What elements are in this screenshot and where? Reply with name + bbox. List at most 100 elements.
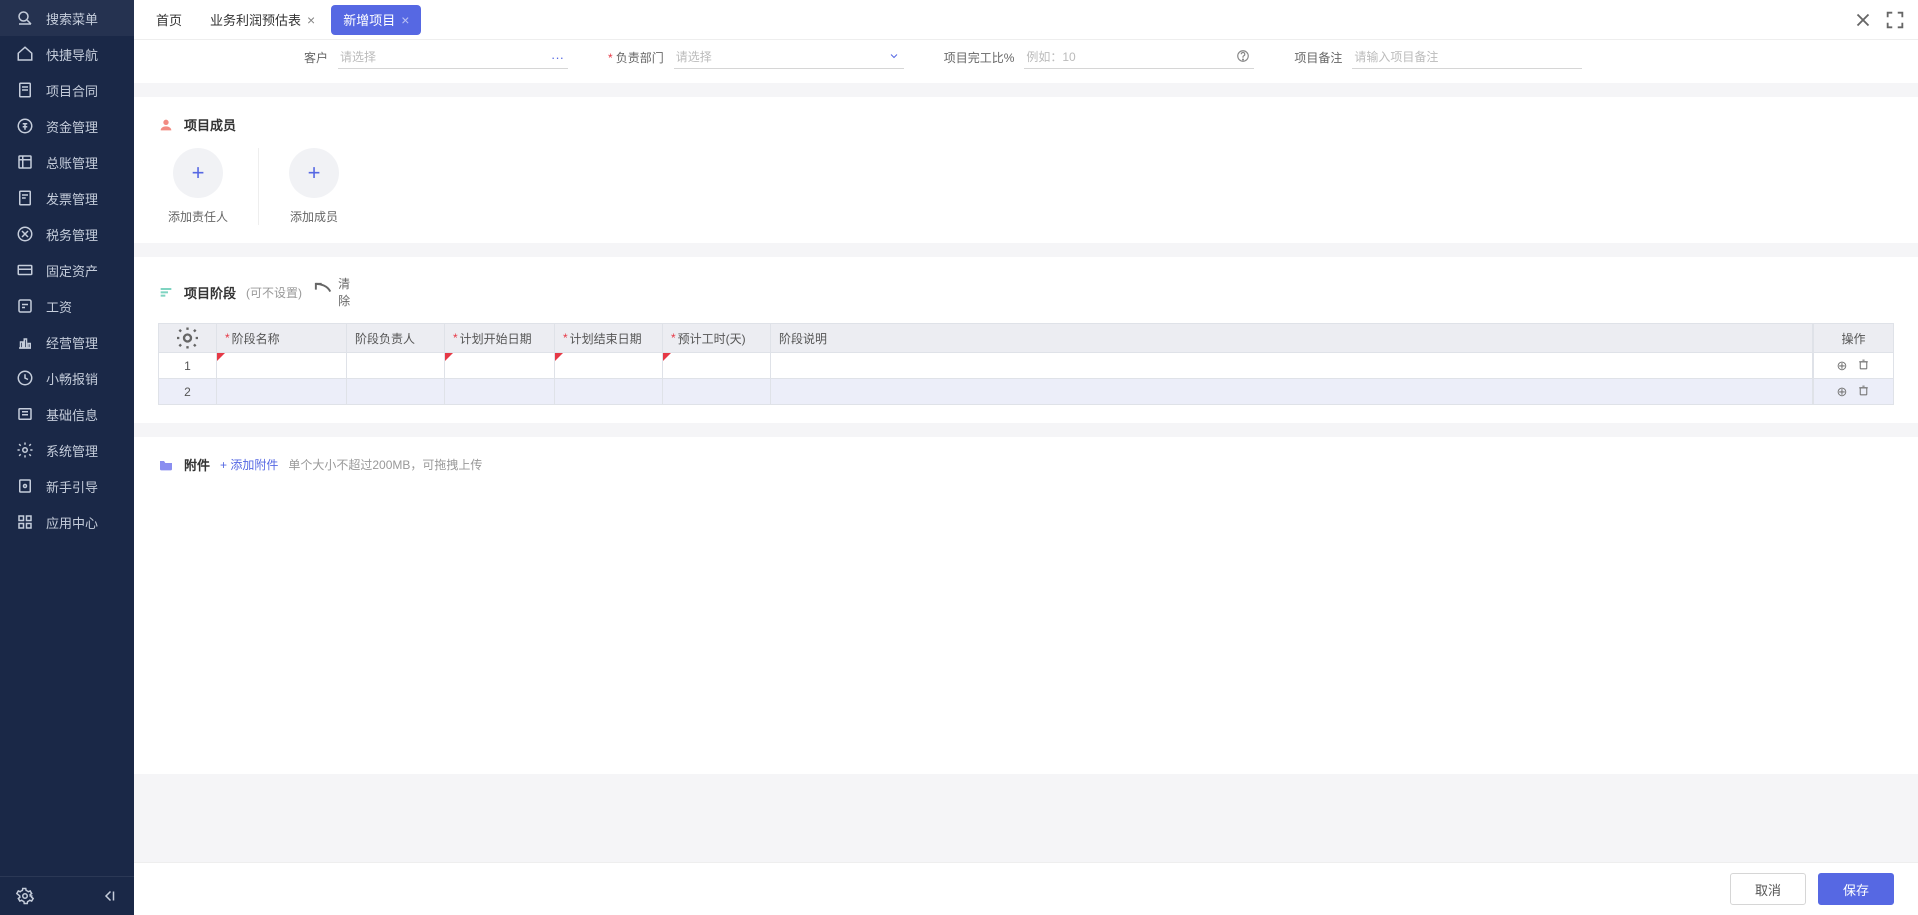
cancel-button[interactable]: 取消 — [1730, 873, 1806, 905]
row-no: 1 — [159, 352, 217, 378]
sidebar-item-ledger[interactable]: 总账管理 — [0, 144, 134, 180]
gear-icon — [16, 441, 34, 459]
file-icon — [16, 81, 34, 99]
form-completion: 项目完工比% — [944, 46, 1255, 69]
col-start: *计划开始日期 — [445, 324, 555, 352]
cell-desc[interactable] — [771, 378, 1813, 404]
tab-label: 首页 — [156, 10, 182, 29]
sidebar-item-expense[interactable]: 小畅报销 — [0, 360, 134, 396]
completion-input[interactable] — [1024, 46, 1226, 68]
form-label: 项目备注 — [1294, 49, 1342, 66]
col-hours: *预计工时(天) — [663, 324, 771, 352]
sidebar-item-fund[interactable]: 资金管理 — [0, 108, 134, 144]
fullscreen-icon[interactable] — [1884, 9, 1906, 31]
section-title: 项目阶段 — [184, 283, 236, 302]
tab-new-project[interactable]: 新增项目 × — [331, 5, 421, 35]
delete-row-icon[interactable] — [1857, 358, 1870, 374]
sidebar-item-base[interactable]: 基础信息 — [0, 396, 134, 432]
form-remark: 项目备注 — [1294, 46, 1582, 69]
sidebar-item-contract[interactable]: 项目合同 — [0, 72, 134, 108]
add-attachment-button[interactable]: + 添加附件 — [220, 456, 278, 473]
help-icon[interactable] — [1232, 49, 1254, 66]
cell-end[interactable] — [555, 352, 663, 378]
attachment-tip: 单个大小不超过200MB，可拖拽上传 — [288, 456, 482, 473]
invoice-icon — [16, 189, 34, 207]
sidebar-label: 固定资产 — [46, 261, 98, 280]
info-icon — [16, 405, 34, 423]
close-panel-icon[interactable] — [1852, 9, 1874, 31]
col-action: 操作 — [1813, 324, 1893, 352]
chart-icon — [16, 333, 34, 351]
add-row-icon[interactable]: ⊕ — [1837, 358, 1848, 374]
delete-row-icon[interactable] — [1857, 384, 1870, 400]
tab-profit[interactable]: 业务利润预估表 × — [198, 5, 327, 35]
department-input[interactable] — [674, 46, 878, 68]
cell-hours[interactable] — [663, 352, 771, 378]
chevron-down-icon[interactable] — [884, 50, 904, 65]
table-header: *阶段名称 阶段负责人 *计划开始日期 *计划结束日期 *预计工时(天) 阶段说… — [159, 324, 1893, 352]
sidebar-label: 搜索菜单 — [46, 9, 98, 28]
sidebar-item-invoice[interactable]: 发票管理 — [0, 180, 134, 216]
home-icon — [16, 45, 34, 63]
more-icon[interactable]: ··· — [547, 50, 568, 65]
folder-icon — [158, 457, 174, 473]
cell-desc[interactable] — [771, 352, 1813, 378]
asset-icon — [16, 261, 34, 279]
phases-icon — [158, 284, 174, 300]
sidebar-item-system[interactable]: 系统管理 — [0, 432, 134, 468]
cell-hours[interactable] — [663, 378, 771, 404]
cell-action: ⊕ — [1813, 378, 1893, 404]
customer-input[interactable] — [338, 46, 541, 68]
cell-action: ⊕ — [1813, 352, 1893, 378]
search-icon — [16, 9, 34, 27]
sidebar: 搜索菜单 快捷导航 项目合同 资金管理 总账管理 — [0, 0, 134, 915]
add-member-button[interactable]: + 添加成员 — [289, 148, 339, 225]
form-customer: 客户 ··· — [304, 46, 568, 69]
col-person: 阶段负责人 — [347, 324, 445, 352]
ledger-icon — [16, 153, 34, 171]
sidebar-item-tax[interactable]: 税务管理 — [0, 216, 134, 252]
sidebar-item-operate[interactable]: 经营管理 — [0, 324, 134, 360]
clear-button[interactable]: 清除 — [312, 275, 352, 309]
sidebar-item-appcenter[interactable]: 应用中心 — [0, 504, 134, 540]
settings-icon[interactable] — [16, 887, 34, 905]
add-row-icon[interactable]: ⊕ — [1837, 384, 1848, 400]
sidebar-item-nav[interactable]: 快捷导航 — [0, 36, 134, 72]
cell-start[interactable] — [445, 378, 555, 404]
collapse-icon[interactable] — [100, 887, 118, 905]
form-label: 项目完工比% — [944, 49, 1015, 66]
sidebar-label: 发票管理 — [46, 189, 98, 208]
form-label: 负责部门 — [608, 49, 664, 66]
save-button[interactable]: 保存 — [1818, 873, 1894, 905]
apps-icon — [16, 513, 34, 531]
settings-col[interactable] — [159, 324, 217, 352]
sidebar-label: 小畅报销 — [46, 369, 98, 388]
sidebar-label: 项目合同 — [46, 81, 98, 100]
cell-person[interactable] — [347, 352, 445, 378]
sidebar-label: 工资 — [46, 297, 72, 316]
sidebar-item-asset[interactable]: 固定资产 — [0, 252, 134, 288]
sidebar-label: 总账管理 — [46, 153, 98, 172]
cell-name[interactable] — [217, 352, 347, 378]
close-icon[interactable]: × — [401, 12, 409, 28]
sidebar-item-search[interactable]: 搜索菜单 — [0, 0, 134, 36]
section-title: 附件 — [184, 455, 210, 474]
cell-person[interactable] — [347, 378, 445, 404]
phase-table: *阶段名称 阶段负责人 *计划开始日期 *计划结束日期 *预计工时(天) 阶段说… — [158, 323, 1894, 405]
tab-home[interactable]: 首页 — [144, 5, 194, 35]
sidebar-label: 资金管理 — [46, 117, 98, 136]
cell-end[interactable] — [555, 378, 663, 404]
phases-section: 项目阶段 (可不设置) 清除 *阶段名称 阶段 — [134, 257, 1918, 437]
content[interactable]: 客户 ··· 负责部门 — [134, 40, 1918, 915]
expense-icon — [16, 369, 34, 387]
cell-start[interactable] — [445, 352, 555, 378]
remark-input[interactable] — [1352, 46, 1582, 69]
close-icon[interactable]: × — [307, 12, 315, 28]
sidebar-item-salary[interactable]: 工资 — [0, 288, 134, 324]
divider — [258, 148, 259, 225]
sidebar-item-guide[interactable]: 新手引导 — [0, 468, 134, 504]
add-owner-button[interactable]: + 添加责任人 — [168, 148, 228, 225]
form-label: 客户 — [304, 49, 328, 66]
sidebar-label: 新手引导 — [46, 477, 98, 496]
cell-name[interactable] — [217, 378, 347, 404]
